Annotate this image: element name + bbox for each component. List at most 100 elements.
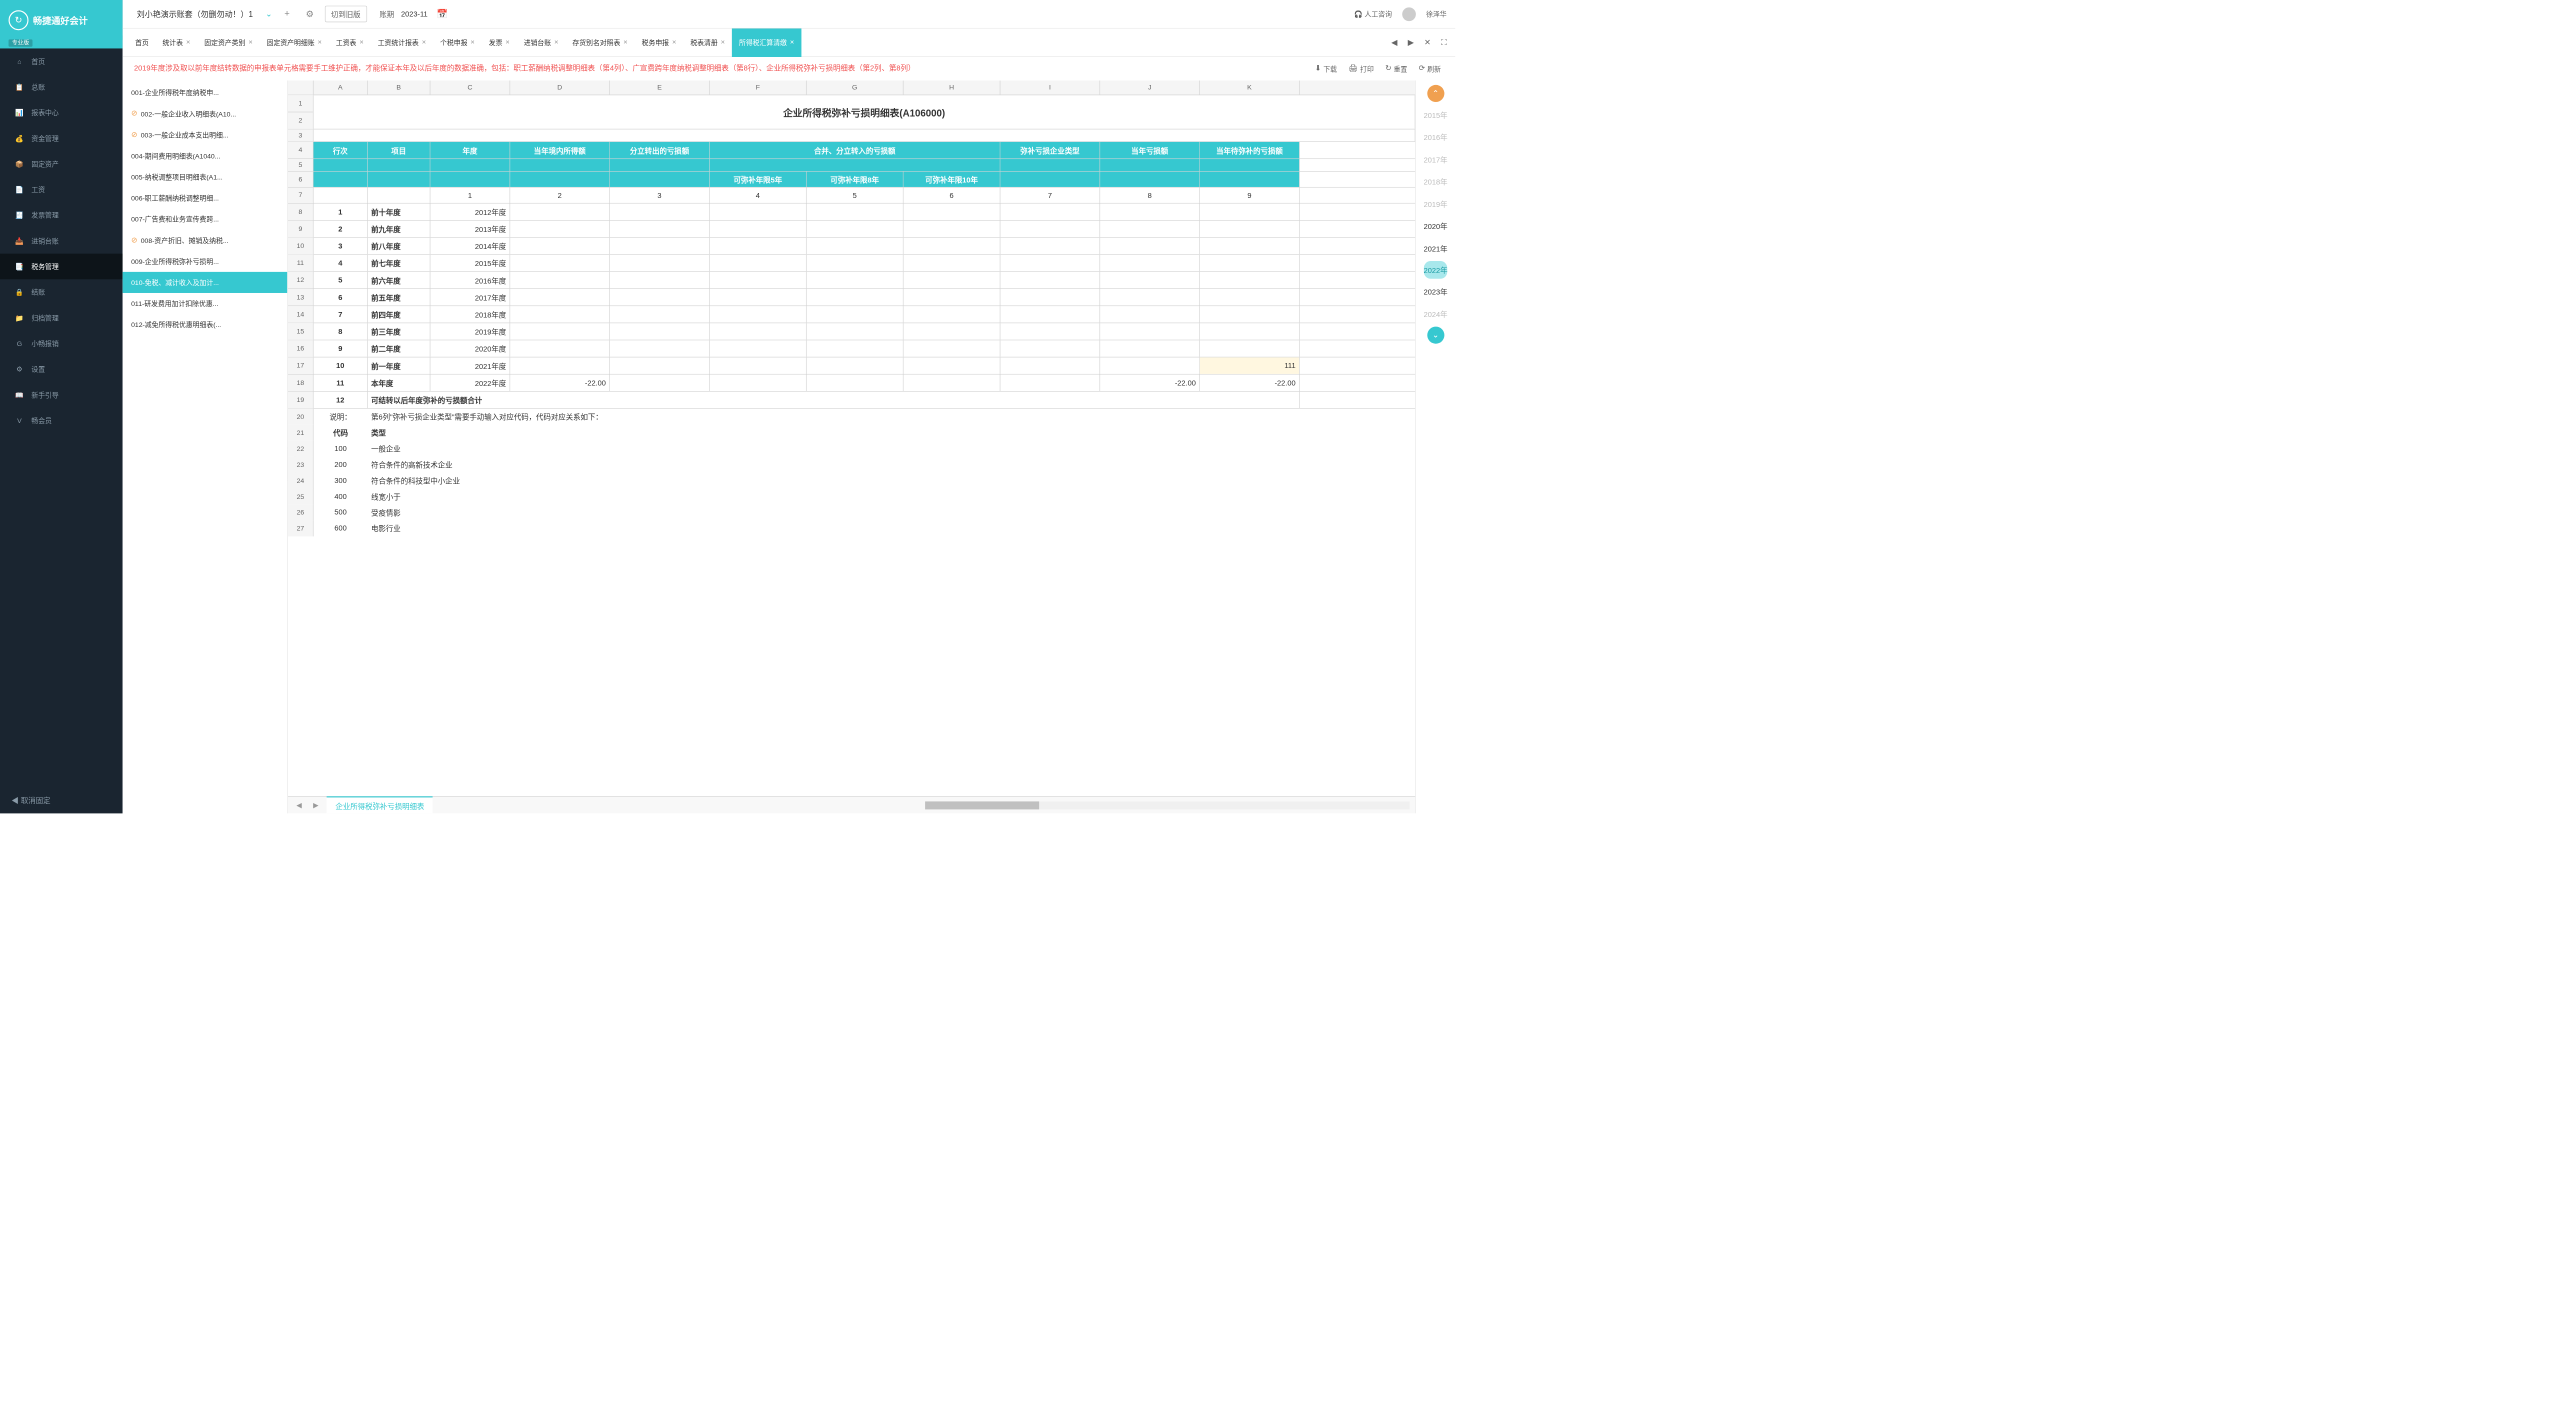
consult-link[interactable]: 🎧 人工咨询 [1354,9,1392,19]
form-item[interactable]: 007-广告费和业务宣传费跨... [123,209,288,230]
tab-进销台账[interactable]: 进销台账 ✕ [517,28,566,57]
logo: ↻ 畅捷通好会计 [0,0,123,40]
close-icon[interactable]: ✕ [470,39,475,45]
sheet-scrollbar[interactable] [925,801,1410,809]
reset-button[interactable]: ↻ 重置 [1385,64,1407,74]
sidebar-item-发票管理[interactable]: 🧾发票管理 [0,202,123,228]
year-item[interactable]: 2016年 [1420,126,1451,148]
avatar[interactable] [1402,7,1416,21]
year-item[interactable]: 2020年 [1420,215,1451,237]
close-icon[interactable]: ✕ [554,39,559,45]
row-num: 11 [314,374,368,391]
close-icon[interactable]: ✕ [623,39,628,45]
tab-首页[interactable]: 首页 [128,28,155,57]
sidebar-item-总账[interactable]: 📋总账 [0,74,123,100]
chevron-down-icon[interactable]: ⌄ [266,9,273,19]
account-selector[interactable]: 刘小艳演示账套（勿删勿动！）1 [131,5,259,22]
year-panel: ⌃ 2015年2016年2017年2018年2019年2020年2021年 202… [1415,80,1455,813]
year-item[interactable]: 2022年 [1424,261,1448,279]
add-icon[interactable]: + [279,6,295,22]
form-item[interactable]: ⊘002-一般企业收入明细表(A10... [123,103,288,124]
year-item[interactable]: 2023年 [1420,280,1451,302]
year-item[interactable]: 2021年 [1420,237,1451,259]
close-icon[interactable]: ✕ [790,39,795,45]
sidebar-item-资金管理[interactable]: 💰资金管理 [0,125,123,151]
year-up-icon[interactable]: ⌃ [1427,85,1444,102]
sidebar-item-税务管理[interactable]: 📑税务管理 [0,254,123,280]
tab-税务申报[interactable]: 税务申报 ✕ [635,28,684,57]
form-item[interactable]: 005-纳税调整项目明细表(A1... [123,166,288,187]
form-item[interactable]: ⊘008-资产折旧、摊销及纳税... [123,230,288,251]
nav-icon: 📄 [14,186,24,194]
close-icon[interactable]: ✕ [186,39,191,45]
print-button[interactable]: 🖨 打印 [1348,64,1373,74]
calendar-icon[interactable]: 📅 [435,6,451,22]
form-item[interactable]: ⊘003-一般企业成本支出明细... [123,124,288,145]
sidebar-item-畅会员[interactable]: V畅会员 [0,408,123,434]
year-item[interactable]: 2015年 [1420,104,1451,126]
switch-version-button[interactable]: 切到旧版 [325,6,367,23]
tab-个税申报[interactable]: 个税申报 ✕ [433,28,482,57]
year-item[interactable]: 2019年 [1420,193,1451,215]
row-num: 3 [314,238,368,255]
tab-固定资产类别[interactable]: 固定资产类别 ✕ [197,28,259,57]
close-icon[interactable]: ✕ [359,39,364,45]
tab-close-all-icon[interactable]: ✕ [1421,35,1433,50]
form-item[interactable]: 011-研发费用加计扣除优惠... [123,293,288,314]
close-icon[interactable]: ✕ [248,39,253,45]
close-icon[interactable]: ✕ [721,39,726,45]
tab-工资统计报表[interactable]: 工资统计报表 ✕ [371,28,433,57]
row-num: 2 [314,220,368,237]
sheet-tab-next-icon[interactable]: ▶ [310,801,321,809]
form-list: 001-企业所得税年度纳税申...⊘002-一般企业收入明细表(A10...⊘0… [123,80,288,813]
sidebar-item-报表中心[interactable]: 📊报表中心 [0,100,123,126]
tab-prev-icon[interactable]: ◀ [1388,35,1400,50]
download-button[interactable]: ⬇ 下载 [1315,64,1337,74]
year-down-icon[interactable]: ⌄ [1427,326,1444,343]
sheet-tab-prev-icon[interactable]: ◀ [294,801,305,809]
sheet-title: 企业所得税弥补亏损明细表(A106000) [314,95,1416,129]
sheet-tab[interactable]: 企业所得税弥补亏损明细表 [327,796,433,813]
tab-next-icon[interactable]: ▶ [1405,35,1417,50]
form-item[interactable]: 012-减免所得税优惠明细表(... [123,314,288,335]
form-item[interactable]: 009-企业所得税弥补亏损明... [123,251,288,272]
sidebar-item-首页[interactable]: ⌂首页 [0,48,123,74]
sidebar-item-固定资产[interactable]: 📦固定资产 [0,151,123,177]
gear-icon[interactable]: ⚙ [302,6,318,22]
close-icon[interactable]: ✕ [505,39,510,45]
sidebar-item-新手引导[interactable]: 📖新手引导 [0,382,123,408]
period-value[interactable]: 2023-11 [401,10,428,19]
tab-固定资产明细账[interactable]: 固定资产明细账 ✕ [260,28,329,57]
sheet-area: ◀ ABCDEFGHIJK12企业所得税弥补亏损明细表(A106000)34行次… [288,80,1415,813]
warn-icon: ⊘ [131,236,137,245]
close-icon[interactable]: ✕ [422,39,427,45]
fullscreen-icon[interactable]: ⛶ [1438,35,1449,50]
sidebar-item-设置[interactable]: ⚙设置 [0,356,123,382]
year-item[interactable]: 2018年 [1420,170,1451,192]
tab-发票[interactable]: 发票 ✕ [482,28,517,57]
unpin-button[interactable]: ◀ 取消固定 [0,787,123,814]
refresh-button[interactable]: ⟳ 刷新 [1419,64,1441,74]
tab-工资表[interactable]: 工资表 ✕ [329,28,371,57]
close-icon[interactable]: ✕ [672,39,677,45]
year-item[interactable]: 2024年 [1420,303,1451,325]
tab-税表清册[interactable]: 税表清册 ✕ [683,28,732,57]
user-name[interactable]: 徐泽华 [1426,9,1447,19]
row-num: 4 [314,255,368,272]
tab-统计表[interactable]: 统计表 ✕ [156,28,198,57]
col-header: K [1200,80,1300,94]
tab-存货别名对照表[interactable]: 存货别名对照表 ✕ [566,28,635,57]
year-item[interactable]: 2017年 [1420,148,1451,170]
sidebar-item-小畅报销[interactable]: G小畅报销 [0,331,123,357]
form-item[interactable]: 004-期间费用明细表(A1040... [123,145,288,166]
warn-icon: ⊘ [131,109,137,118]
form-item[interactable]: 001-企业所得税年度纳税申... [123,82,288,103]
close-icon[interactable]: ✕ [317,39,322,45]
tab-所得税汇算清缴[interactable]: 所得税汇算清缴 ✕ [732,28,801,57]
sidebar-item-工资[interactable]: 📄工资 [0,177,123,203]
sidebar-item-归档管理[interactable]: 📁归档管理 [0,305,123,331]
sidebar-item-进销台账[interactable]: 📥进销台账 [0,228,123,254]
form-item[interactable]: 010-免税、减计收入及加计... [123,272,288,293]
form-item[interactable]: 006-职工薪酬纳税调整明细... [123,187,288,208]
sidebar-item-结账[interactable]: 🔒结账 [0,279,123,305]
